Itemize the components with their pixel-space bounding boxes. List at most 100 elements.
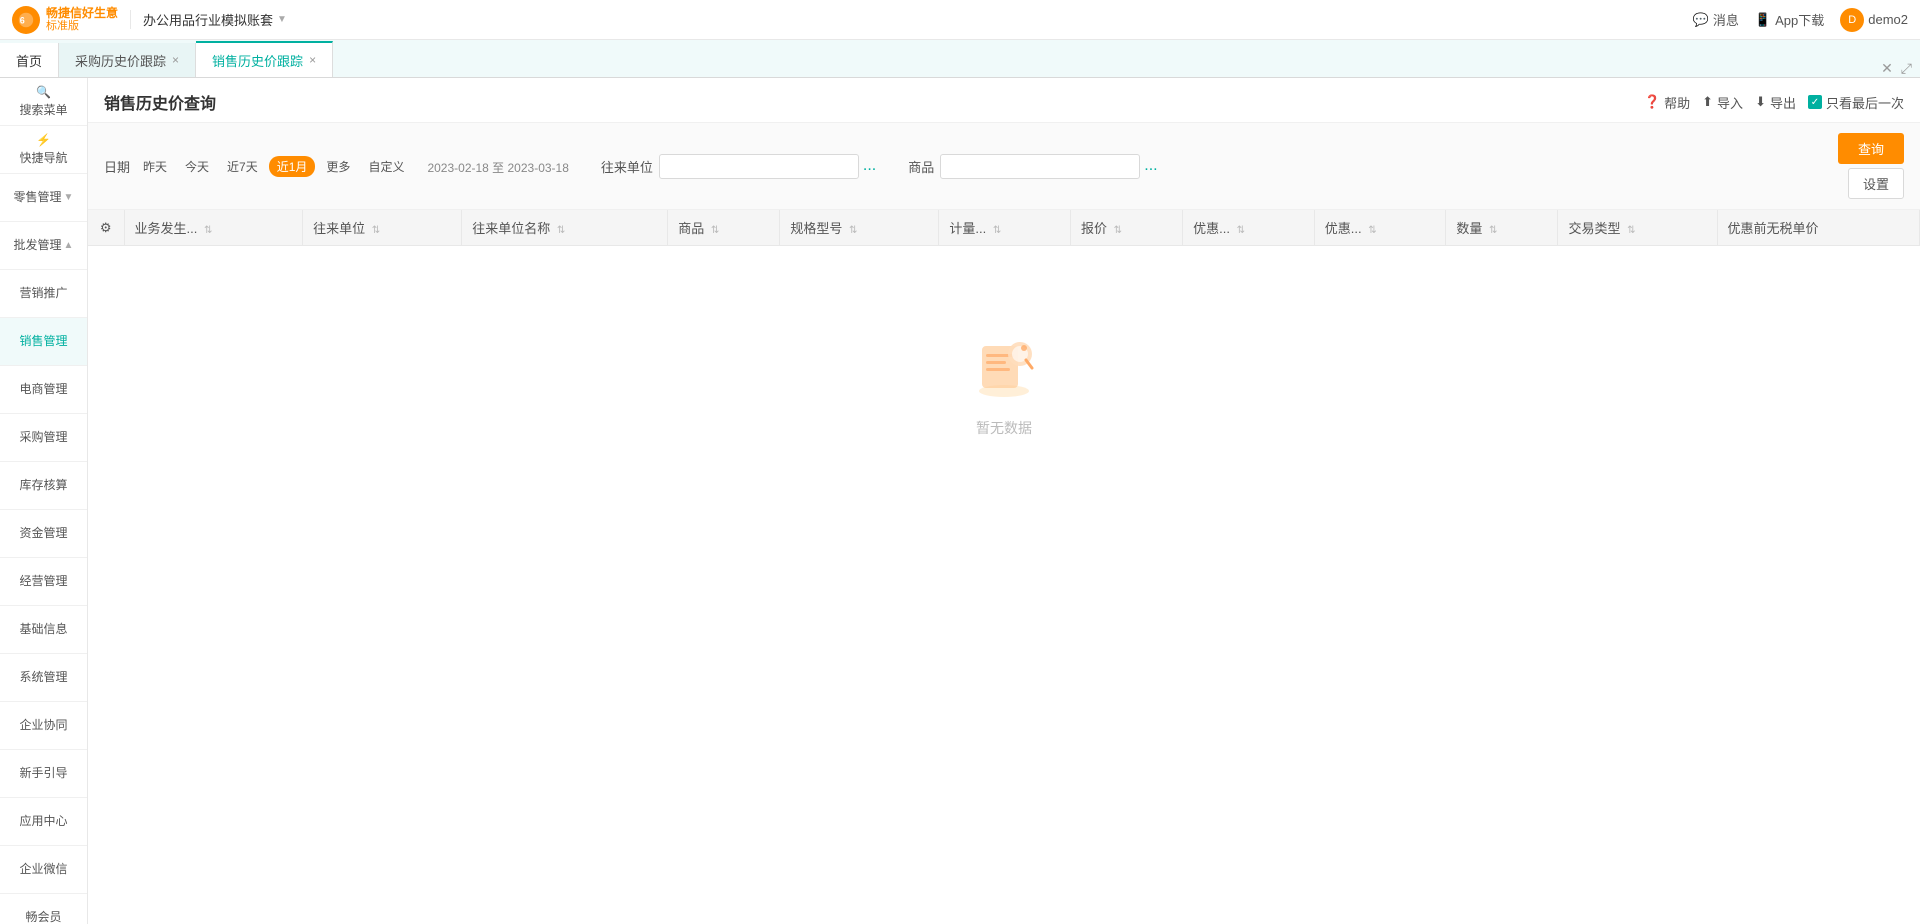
sidebar-item-retail-mgmt[interactable]: 零售管理 ▼ [0,174,87,222]
sidebar-item-app-center[interactable]: 应用中心 [0,798,87,846]
sidebar-item-purchase-mgmt[interactable]: 采购管理 [0,414,87,462]
top-bar: 6 畅捷信好生意 标准版 办公用品行业模拟账套 ▼ 💬 消息 📱 App下载 D… [0,0,1920,40]
sidebar-item-search-menu[interactable]: 🔍 搜索菜单 [0,78,87,126]
date-btn-last1m[interactable]: 近1月 [269,156,316,177]
tab-home[interactable]: 首页 [0,43,59,77]
date-btn-yesterday[interactable]: 昨天 [136,155,174,178]
tab-maximize-btn[interactable]: ⤢ [1901,60,1912,77]
col-unit-name[interactable]: 往来单位名称 ⇅ [462,210,668,246]
goods-filter-group: 商品 ... [908,154,1157,179]
date-range-display: 2023-02-18 至 2023-03-18 [427,157,568,176]
goods-filter-label: 商品 [908,157,934,176]
date-range-text: 2023-02-18 至 2023-03-18 [427,159,568,176]
import-action[interactable]: ⬆ 导入 [1702,93,1743,112]
col-discount2[interactable]: 优惠... ⇅ [1314,210,1446,246]
unit-dots[interactable]: ... [863,157,876,175]
settings-button[interactable]: 设置 [1848,168,1904,199]
search-icon: 🔍 [36,85,51,101]
sort-arrows-discount1: ⇅ [1237,225,1245,236]
tab-purchase-history[interactable]: 采购历史价跟踪 × [59,43,196,77]
top-bar-left: 6 畅捷信好生意 标准版 办公用品行业模拟账套 ▼ [12,6,287,34]
col-discount1[interactable]: 优惠... ⇅ [1183,210,1315,246]
export-action[interactable]: ⬇ 导出 [1755,93,1796,112]
goods-input-group: ... [940,154,1157,179]
date-buttons: 昨天 今天 近7天 近1月 更多 自定义 [136,155,411,178]
sidebar-item-new-guide[interactable]: 新手引导 [0,750,87,798]
sort-arrows-quote: ⇅ [1114,225,1122,236]
unit-input[interactable] [659,154,859,179]
filter-bar: 日期 昨天 今天 近7天 近1月 更多 自定义 2023-02-18 至 202… [88,123,1920,210]
sidebar-item-quick-nav[interactable]: ⚡ 快捷导航 [0,126,87,174]
svg-text:6: 6 [20,15,25,25]
sidebar-item-basic-info[interactable]: 基础信息 [0,606,87,654]
logo-area: 6 畅捷信好生意 标准版 [12,6,118,34]
date-filter-label: 日期 [104,157,130,176]
tab-sales-history-close[interactable]: × [309,53,316,67]
sidebar-item-finance-mgmt[interactable]: 资金管理 [0,510,87,558]
col-biz-date[interactable]: 业务发生... ⇅ [124,210,303,246]
col-quote[interactable]: 报价 ⇅ [1071,210,1183,246]
user-avatar: D [1840,8,1864,32]
sidebar-item-sales-mgmt[interactable]: 销售管理 [0,318,87,366]
only-last-checkbox[interactable]: 只看最后一次 [1808,93,1904,112]
gear-icon: ⚙ [100,220,112,235]
message-action[interactable]: 💬 消息 [1693,10,1739,29]
sidebar-item-enterprise-cooperation[interactable]: 企业协同 [0,702,87,750]
page-header: 销售历史价查询 ❓ 帮助 ⬆ 导入 ⬇ 导出 只看最后一次 [88,78,1920,123]
date-btn-today[interactable]: 今天 [178,155,216,178]
col-goods[interactable]: 商品 ⇅ [668,210,780,246]
logo-icon: 6 [12,6,40,34]
col-spec[interactable]: 规格型号 ⇅ [780,210,939,246]
unit-filter-label: 往来单位 [601,157,653,176]
sidebar-item-ecom-mgmt[interactable]: 电商管理 [0,366,87,414]
sidebar-item-system-mgmt[interactable]: 系统管理 [0,654,87,702]
date-btn-last7[interactable]: 近7天 [220,155,265,178]
app-download-action[interactable]: 📱 App下载 [1755,10,1824,29]
chevron-down-icon: ▼ [64,191,74,204]
filter-right-actions: 查询 设置 [1838,133,1904,199]
top-bar-right: 💬 消息 📱 App下载 D demo2 [1693,8,1908,32]
tab-purchase-history-close[interactable]: × [172,53,179,67]
user-action[interactable]: D demo2 [1840,8,1908,32]
sort-arrows-quantity: ⇅ [1489,225,1497,236]
sort-arrows-unit: ⇅ [993,225,1001,236]
tab-sales-history[interactable]: 销售历史价跟踪 × [196,41,333,77]
sort-arrows-trade-type: ⇅ [1627,225,1635,236]
table-wrapper: ⚙ 业务发生... ⇅ 往来单位 ⇅ 往来单位名称 ⇅ [88,210,1920,924]
col-unit-code[interactable]: 往来单位 ⇅ [303,210,462,246]
sort-arrows-discount2: ⇅ [1368,225,1376,236]
chevron-up-icon: ▲ [64,239,74,252]
sidebar-item-inventory[interactable]: 库存核算 [0,462,87,510]
col-quantity[interactable]: 数量 ⇅ [1446,210,1558,246]
sidebar-item-operation-mgmt[interactable]: 经营管理 [0,558,87,606]
sidebar-item-wholesale-mgmt[interactable]: 批发管理 ▲ [0,222,87,270]
sidebar-item-marketing[interactable]: 营销推广 [0,270,87,318]
sidebar-item-enterprise-wechat[interactable]: 企业微信 [0,846,87,894]
unit-input-group: ... [659,154,876,179]
col-unit[interactable]: 计量... ⇅ [939,210,1071,246]
goods-dots[interactable]: ... [1144,157,1157,175]
col-settings[interactable]: ⚙ [88,210,124,246]
date-btn-more[interactable]: 更多 [319,155,357,178]
help-action[interactable]: ❓ 帮助 [1644,93,1690,112]
goods-input[interactable] [940,154,1140,179]
logo-text: 畅捷信好生意 标准版 [46,6,118,34]
query-button[interactable]: 查询 [1838,133,1904,164]
page-title: 销售历史价查询 [104,90,216,114]
sort-arrows-unit-name: ⇅ [557,225,565,236]
sort-arrows-unit-code: ⇅ [372,225,380,236]
content-area: 销售历史价查询 ❓ 帮助 ⬆ 导入 ⬇ 导出 只看最后一次 [88,78,1920,924]
col-pre-tax-price[interactable]: 优惠前无税单价 [1717,210,1919,246]
sort-arrows-biz-date: ⇅ [204,225,212,236]
app-selector[interactable]: 办公用品行业模拟账套 ▼ [130,10,287,29]
tab-close-all-btn[interactable]: ✕ [1881,60,1893,77]
col-trade-type[interactable]: 交易类型 ⇅ [1558,210,1717,246]
empty-text: 暂无数据 [976,418,1032,438]
date-btn-custom[interactable]: 自定义 [361,155,411,178]
main-layout: 🔍 搜索菜单 ⚡ 快捷导航 零售管理 ▼ 批发管理 ▲ 营销推广 销售管理 电商… [0,78,1920,924]
sort-arrows-spec: ⇅ [849,225,857,236]
import-icon: ⬆ [1702,94,1713,110]
sidebar-item-member[interactable]: 畅会员 [0,894,87,924]
tab-bar: 首页 采购历史价跟踪 × 销售历史价跟踪 × ✕ ⤢ [0,40,1920,78]
chevron-down-icon: ▼ [277,14,287,25]
